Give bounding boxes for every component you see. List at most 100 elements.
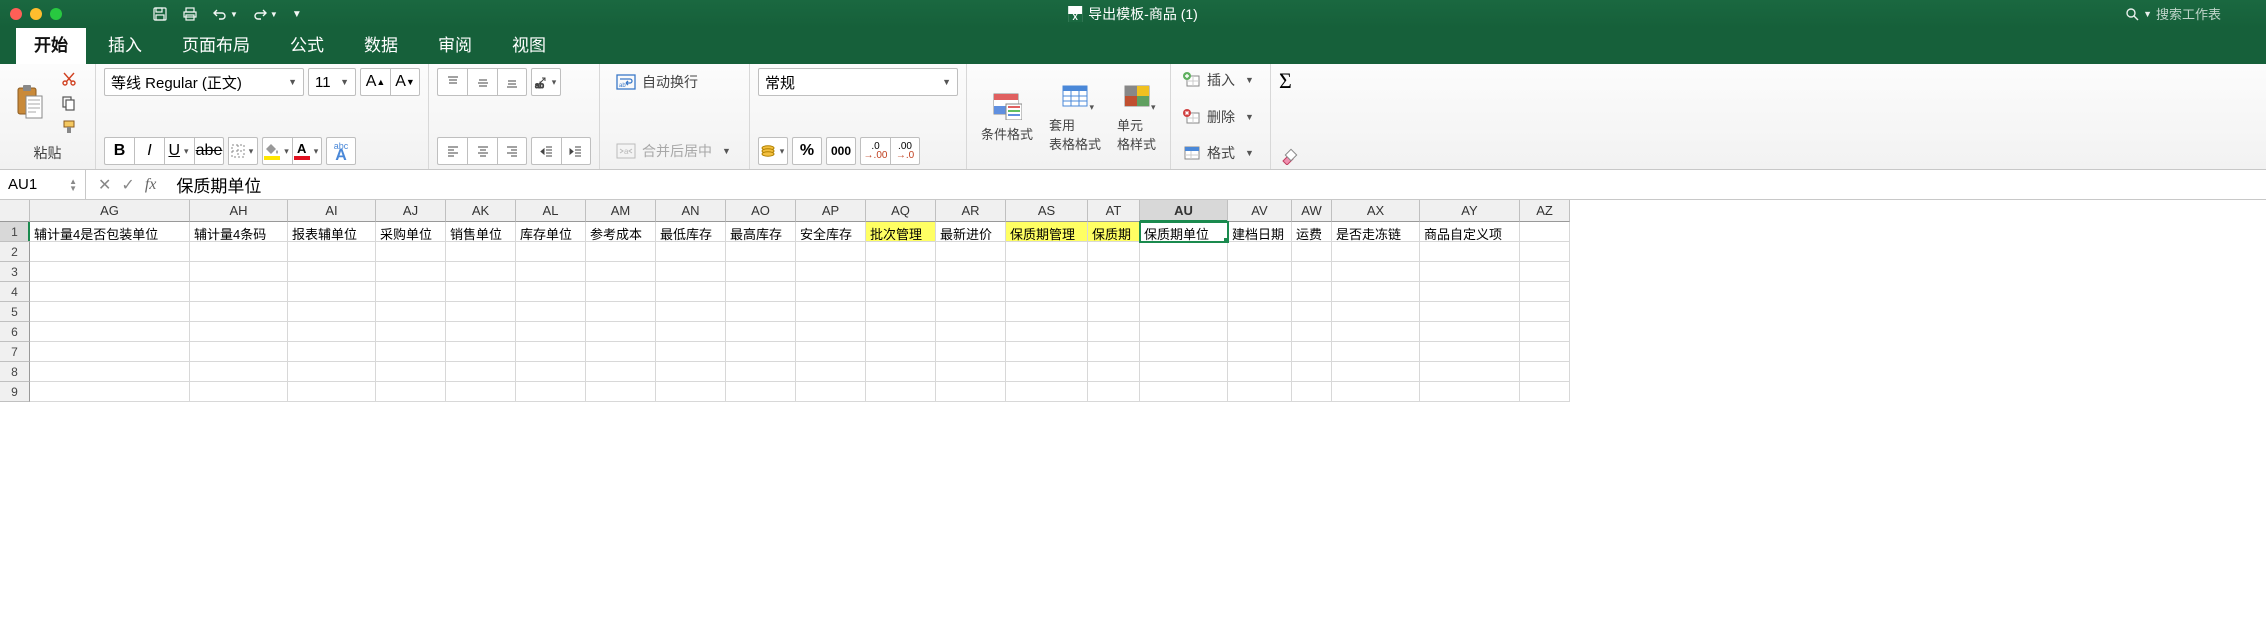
cell[interactable] bbox=[656, 282, 726, 302]
search-input[interactable] bbox=[2156, 7, 2256, 22]
cell[interactable] bbox=[190, 362, 288, 382]
cell[interactable] bbox=[1228, 242, 1292, 262]
cell[interactable] bbox=[30, 282, 190, 302]
cell[interactable] bbox=[288, 322, 376, 342]
cell[interactable] bbox=[30, 262, 190, 282]
tab-视图[interactable]: 视图 bbox=[494, 23, 564, 64]
italic-button[interactable]: I bbox=[134, 137, 164, 165]
cell[interactable] bbox=[516, 302, 586, 322]
cell[interactable] bbox=[936, 322, 1006, 342]
cell[interactable] bbox=[446, 242, 516, 262]
cell[interactable] bbox=[376, 282, 446, 302]
cell[interactable] bbox=[446, 302, 516, 322]
cell[interactable] bbox=[1520, 382, 1570, 402]
cell[interactable] bbox=[866, 362, 936, 382]
cell[interactable] bbox=[936, 282, 1006, 302]
cell[interactable] bbox=[1520, 282, 1570, 302]
zoom-icon[interactable] bbox=[50, 8, 62, 20]
undo-icon[interactable]: ▼ bbox=[212, 7, 238, 21]
cell[interactable] bbox=[446, 362, 516, 382]
cell[interactable] bbox=[1420, 362, 1520, 382]
cell[interactable] bbox=[1520, 242, 1570, 262]
cell[interactable] bbox=[1088, 382, 1140, 402]
cell[interactable] bbox=[586, 242, 656, 262]
cell[interactable] bbox=[1006, 302, 1088, 322]
cell[interactable] bbox=[586, 382, 656, 402]
cell[interactable] bbox=[866, 282, 936, 302]
cell[interactable] bbox=[866, 382, 936, 402]
cell[interactable] bbox=[586, 322, 656, 342]
cell[interactable] bbox=[1140, 342, 1228, 362]
cell[interactable] bbox=[1140, 282, 1228, 302]
column-header[interactable]: AG bbox=[30, 200, 190, 222]
cell[interactable] bbox=[1332, 322, 1420, 342]
cell[interactable] bbox=[376, 382, 446, 402]
cell[interactable] bbox=[516, 342, 586, 362]
redo-icon[interactable]: ▼ bbox=[252, 7, 278, 21]
cell[interactable] bbox=[936, 242, 1006, 262]
format-as-table-button[interactable]: ▾ 套用 表格格式 bbox=[1043, 79, 1107, 155]
align-middle-button[interactable] bbox=[467, 68, 497, 96]
cell[interactable] bbox=[1292, 242, 1332, 262]
cell[interactable]: 保质期 bbox=[1088, 222, 1140, 242]
cell[interactable] bbox=[656, 322, 726, 342]
column-header[interactable]: AO bbox=[726, 200, 796, 222]
copy-icon[interactable] bbox=[56, 92, 82, 114]
cell[interactable] bbox=[936, 302, 1006, 322]
cell[interactable] bbox=[288, 302, 376, 322]
cell[interactable] bbox=[1088, 302, 1140, 322]
insert-cells-button[interactable]: 插入▼ bbox=[1179, 68, 1262, 92]
cell[interactable] bbox=[376, 342, 446, 362]
cell[interactable] bbox=[866, 262, 936, 282]
column-header[interactable]: AS bbox=[1006, 200, 1088, 222]
cell[interactable] bbox=[586, 282, 656, 302]
row-header[interactable]: 9 bbox=[0, 382, 30, 402]
cell[interactable] bbox=[190, 302, 288, 322]
increase-font-button[interactable]: A▲ bbox=[360, 68, 390, 96]
cell[interactable] bbox=[376, 242, 446, 262]
align-top-button[interactable] bbox=[437, 68, 467, 96]
cell[interactable]: 最新进价 bbox=[936, 222, 1006, 242]
cell[interactable] bbox=[1006, 362, 1088, 382]
cell[interactable]: 采购单位 bbox=[376, 222, 446, 242]
cell[interactable] bbox=[726, 362, 796, 382]
cell[interactable] bbox=[376, 262, 446, 282]
cell[interactable] bbox=[1140, 302, 1228, 322]
cell[interactable] bbox=[1420, 242, 1520, 262]
cell[interactable] bbox=[190, 382, 288, 402]
align-left-button[interactable] bbox=[437, 137, 467, 165]
cell[interactable] bbox=[446, 382, 516, 402]
row-header[interactable]: 5 bbox=[0, 302, 30, 322]
decrease-decimal-button[interactable]: .00→.0 bbox=[890, 137, 920, 165]
accounting-format-button[interactable]: ▾ bbox=[758, 137, 788, 165]
cell[interactable] bbox=[726, 282, 796, 302]
column-header[interactable]: AN bbox=[656, 200, 726, 222]
cell[interactable] bbox=[866, 242, 936, 262]
cell[interactable] bbox=[796, 262, 866, 282]
cell[interactable] bbox=[936, 342, 1006, 362]
paste-button[interactable] bbox=[8, 77, 50, 129]
conditional-formatting-button[interactable]: 条件格式 bbox=[975, 88, 1039, 145]
cell[interactable]: 保质期管理 bbox=[1006, 222, 1088, 242]
cell[interactable] bbox=[796, 242, 866, 262]
cell[interactable] bbox=[1420, 262, 1520, 282]
cell[interactable] bbox=[726, 262, 796, 282]
cell[interactable] bbox=[1332, 382, 1420, 402]
cell[interactable] bbox=[796, 342, 866, 362]
column-header[interactable]: AR bbox=[936, 200, 1006, 222]
cell[interactable] bbox=[656, 262, 726, 282]
column-header[interactable]: AP bbox=[796, 200, 866, 222]
cell[interactable] bbox=[1520, 342, 1570, 362]
cell[interactable] bbox=[1292, 322, 1332, 342]
column-header[interactable]: AY bbox=[1420, 200, 1520, 222]
column-header[interactable]: AQ bbox=[866, 200, 936, 222]
cut-icon[interactable] bbox=[56, 68, 82, 90]
merge-center-button[interactable]: a 合并后居中 ▼ bbox=[608, 137, 741, 165]
cell[interactable] bbox=[1420, 342, 1520, 362]
clear-button[interactable] bbox=[1279, 147, 1299, 165]
strikethrough-button[interactable]: abe bbox=[194, 137, 224, 165]
font-name-select[interactable]: 等线 Regular (正文)▼ bbox=[104, 68, 304, 96]
cell[interactable] bbox=[1088, 282, 1140, 302]
cell-styles-button[interactable]: ▾ 单元 格样式 bbox=[1111, 79, 1162, 155]
cell[interactable] bbox=[656, 302, 726, 322]
